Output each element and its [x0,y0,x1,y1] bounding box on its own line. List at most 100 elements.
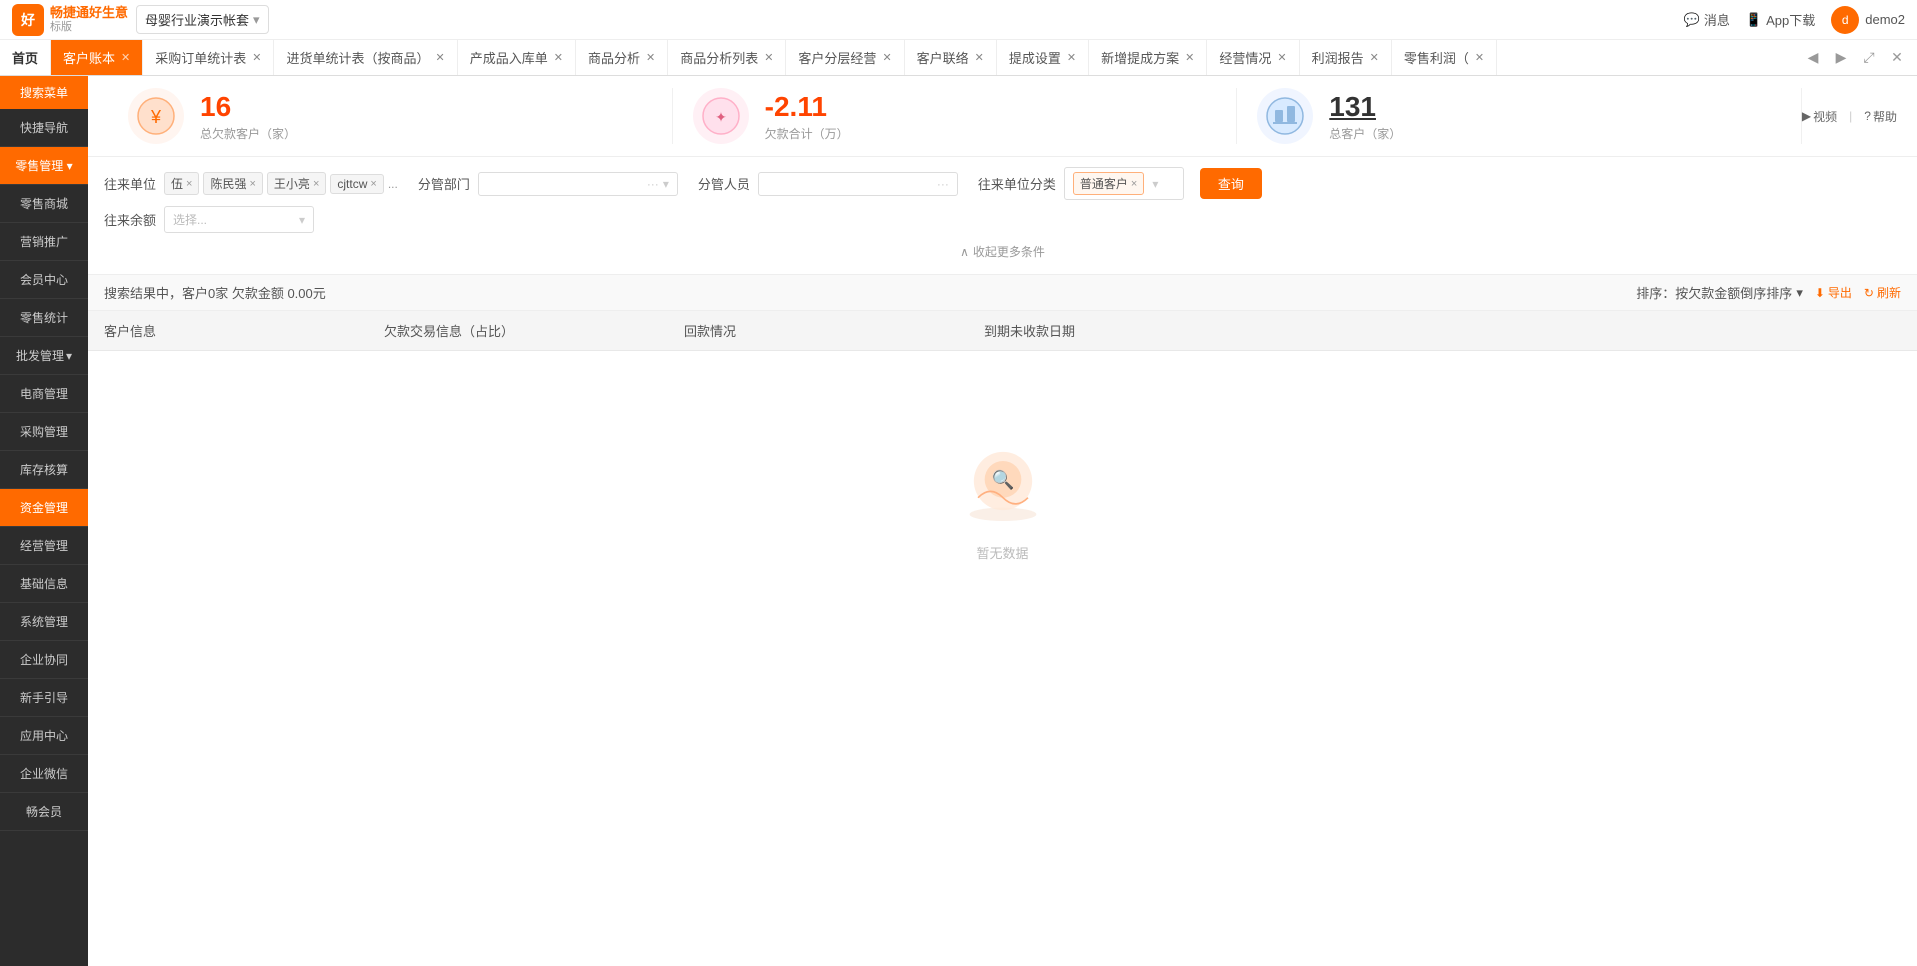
sidebar-quick-nav[interactable]: 快捷导航 [0,109,88,147]
sidebar-item-cooperation[interactable]: 企业协同 [0,641,88,679]
sidebar-item-wholesale[interactable]: 批发管理 ▾ [0,337,88,375]
close-icon[interactable]: ✕ [1370,51,1379,64]
remove-tag-icon[interactable]: × [249,178,255,190]
label: 零售统计 [20,311,68,325]
sort-selector[interactable]: 排序：按欠款金额倒序排序 ▾ [1636,283,1803,302]
message-btn[interactable]: 💬 消息 [1684,10,1730,29]
sidebar-item-marketing[interactable]: 营销推广 [0,223,88,261]
remove-tag-icon[interactable]: × [370,178,376,190]
close-icon[interactable]: ✕ [1185,51,1194,64]
dropdown-icon: ▾ [253,12,260,28]
nav-scroll-left[interactable]: ◀ [1801,46,1825,70]
sort-icon: ▾ [1796,285,1803,301]
unit-type-select[interactable]: 普通客户 × ▾ [1064,167,1184,200]
sidebar-item-retail-mall[interactable]: 零售商城 [0,185,88,223]
tab-stock-stats[interactable]: 进货单统计表（按商品） ✕ [274,40,457,76]
close-icon[interactable]: ✕ [646,51,655,64]
remove-type-icon[interactable]: × [1131,178,1137,190]
sidebar-item-retail[interactable]: 零售管理 ▾ [0,147,88,185]
tab-goods-analysis[interactable]: 商品分析 ✕ [576,40,668,76]
query-button[interactable]: 查询 [1200,168,1262,199]
video-label: 视频 [1813,108,1837,125]
retail-label: 零售管理 [15,159,63,173]
more-tags-btn[interactable]: ... [388,177,398,191]
label: 批发管理 [16,347,64,364]
sidebar-item-guide[interactable]: 新手引导 [0,679,88,717]
close-icon[interactable]: ✕ [252,51,261,64]
close-icon[interactable]: ✕ [764,51,773,64]
app-download-btn[interactable]: 📱 App下载 [1746,10,1815,29]
message-icon: 💬 [1684,12,1700,28]
sidebar-item-retail-stats[interactable]: 零售统计 [0,299,88,337]
tab-stock-in[interactable]: 产成品入库单 ✕ [458,40,576,76]
sidebar-item-member[interactable]: 会员中心 [0,261,88,299]
stat-total: 131 总客户（家） [1237,88,1802,144]
tab-customer-contact[interactable]: 客户联络 ✕ [905,40,997,76]
label: 电商管理 [20,387,68,401]
nav-close-all[interactable]: ✕ [1885,46,1909,70]
tab-label: 经营情况 [1219,48,1271,67]
sidebar-item-member2[interactable]: 畅会员 [0,793,88,831]
stat-icon-1: ¥ [128,88,184,144]
remove-tag-icon[interactable]: × [313,178,319,190]
sidebar-item-wechat[interactable]: 企业微信 [0,755,88,793]
collapse-btn[interactable]: ∧ 收起更多条件 [104,239,1901,264]
sidebar-item-purchase[interactable]: 采购管理 [0,413,88,451]
company-selector[interactable]: 母婴行业演示帐套 ▾ [136,5,269,34]
tab-customer-layer[interactable]: 客户分层经营 ✕ [786,40,904,76]
sidebar-item-ecommerce[interactable]: 电商管理 [0,375,88,413]
close-icon[interactable]: ✕ [1475,51,1484,64]
filter-tag-2[interactable]: 王小亮 × [267,172,326,195]
empty-label: 暂无数据 [976,543,1028,562]
stat-label-total: 总客户（家） [1329,125,1401,142]
video-btn[interactable]: ▶ 视频 [1802,108,1837,125]
refresh-btn[interactable]: ↻ 刷新 [1864,284,1901,301]
export-btn[interactable]: ⬇ 导出 [1815,284,1852,301]
tab-customer-ledger[interactable]: 客户账本 ✕ [51,40,143,76]
arrow-icon: ▾ [66,349,72,363]
nav-expand[interactable]: ⤢ [1857,46,1881,70]
sidebar-item-app-center[interactable]: 应用中心 [0,717,88,755]
tab-profit-report[interactable]: 利润报告 ✕ [1300,40,1392,76]
user-area[interactable]: d demo2 [1831,6,1905,34]
close-icon[interactable]: ✕ [1277,51,1286,64]
unit-type-tag[interactable]: 普通客户 × [1073,172,1144,195]
filter-tag-1[interactable]: 陈民强 × [203,172,262,195]
balance-select[interactable]: 选择... ▾ [164,206,314,233]
remove-tag-icon[interactable]: × [186,178,192,190]
close-icon[interactable]: ✕ [1067,51,1076,64]
filter-area: 往来单位 伍 × 陈民强 × 王小亮 × cjttcw [88,157,1917,275]
sidebar: 搜索菜单 快捷导航 零售管理 ▾ 零售商城 营销推广 会员中心 零售统计 批发管… [0,76,88,966]
filter-tag-3[interactable]: cjttcw × [330,174,383,194]
close-icon[interactable]: ✕ [882,51,891,64]
tab-label: 客户账本 [63,48,115,67]
unit-label: 往来单位 [104,174,156,193]
sidebar-item-finance[interactable]: 资金管理 [0,489,88,527]
tab-home[interactable]: 首页 [0,40,51,76]
export-icon: ⬇ [1815,286,1825,300]
tab-commission-setting[interactable]: 提成设置 ✕ [997,40,1089,76]
close-icon[interactable]: ✕ [554,51,563,64]
close-icon[interactable]: ✕ [436,51,445,64]
nav-scroll-right[interactable]: ▶ [1829,46,1853,70]
help-btn[interactable]: ? 帮助 [1864,108,1897,125]
tab-goods-analysis-list[interactable]: 商品分析列表 ✕ [668,40,786,76]
app-label: App下载 [1766,10,1815,29]
filter-tag-0[interactable]: 伍 × [164,172,199,195]
tab-operation[interactable]: 经营情况 ✕ [1207,40,1299,76]
tab-purchase-order[interactable]: 采购订单统计表 ✕ [143,40,274,76]
sidebar-item-system[interactable]: 系统管理 [0,603,88,641]
label: 采购管理 [20,425,68,439]
tab-add-commission[interactable]: 新增提成方案 ✕ [1089,40,1207,76]
dept-select[interactable]: ··· ▾ [478,172,678,196]
sidebar-item-operation[interactable]: 经营管理 [0,527,88,565]
person-select[interactable]: ··· [758,172,958,196]
sidebar-item-inventory[interactable]: 库存核算 [0,451,88,489]
sidebar-search[interactable]: 搜索菜单 [0,76,88,109]
close-icon[interactable]: ✕ [975,51,984,64]
sidebar-item-basic-info[interactable]: 基础信息 [0,565,88,603]
close-icon[interactable]: ✕ [121,51,130,64]
tab-retail-profit[interactable]: 零售利润（ ✕ [1392,40,1497,76]
stat-customers: ¥ 16 总欠款客户（家） [108,88,673,144]
table-empty: 🔍 暂无数据 [88,351,1917,642]
